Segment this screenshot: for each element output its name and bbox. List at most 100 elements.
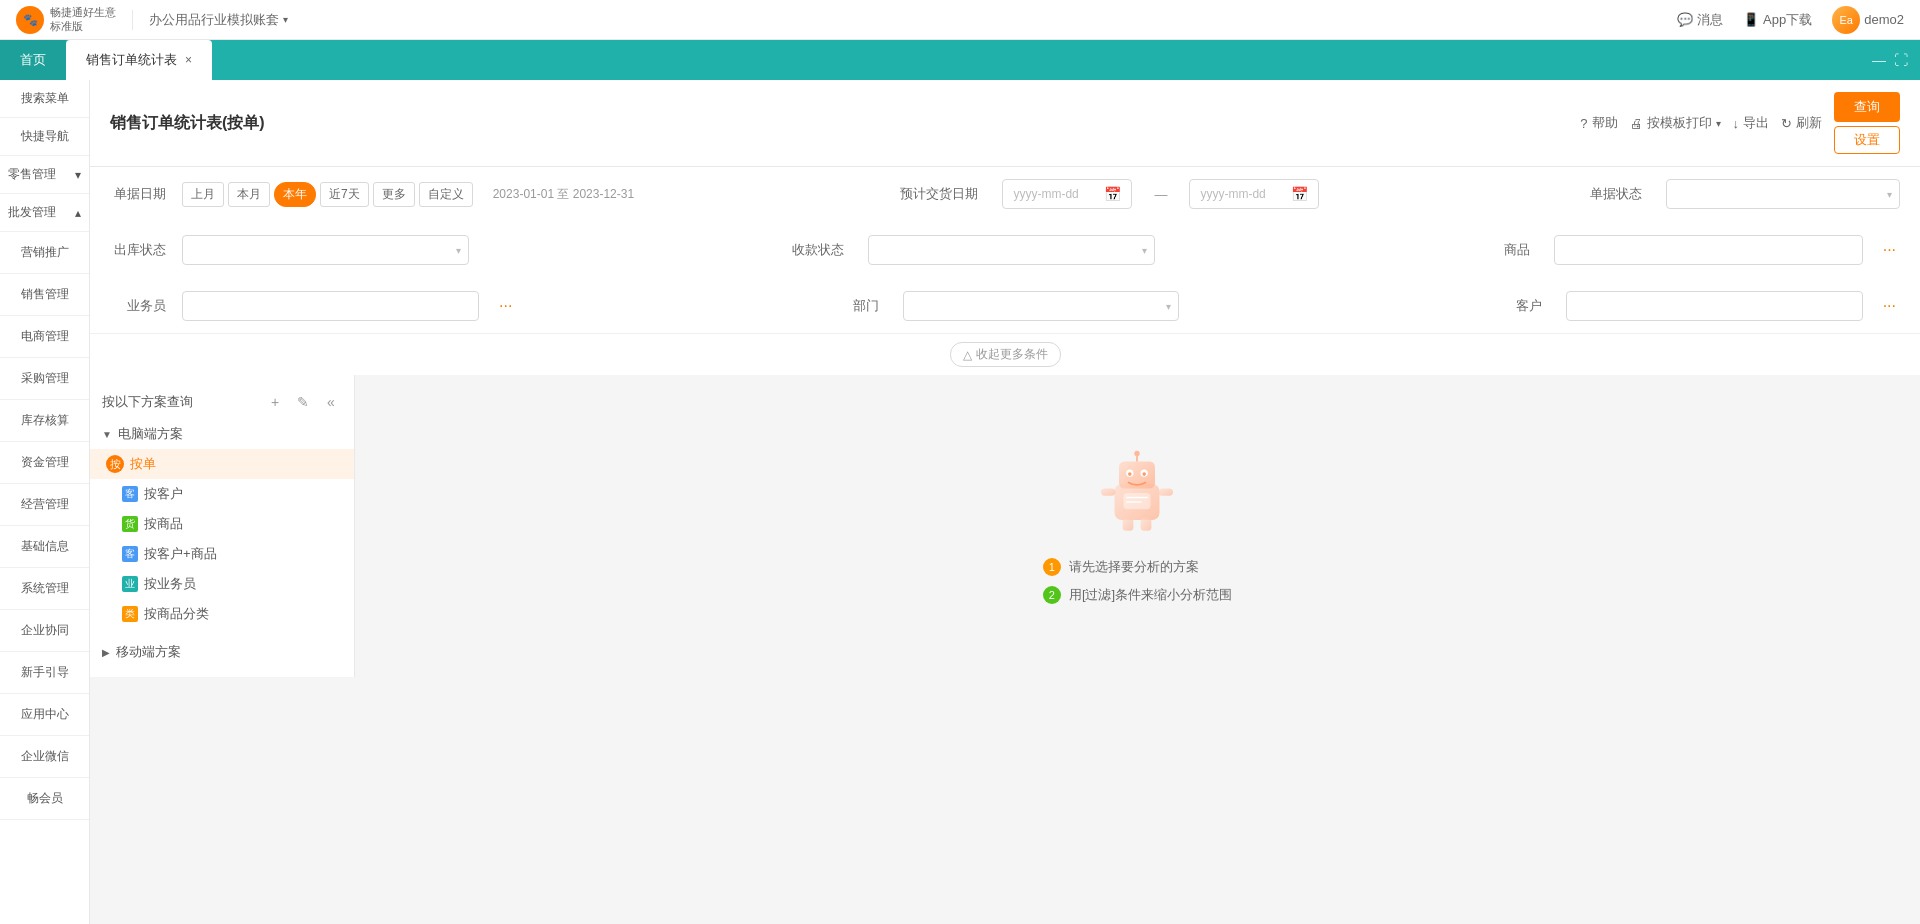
- logo-text: 畅捷通好生意 标准版: [50, 6, 116, 32]
- tree-expand-icon: ▼: [102, 429, 112, 440]
- right-content: 1 请先选择要分析的方案 2 用[过滤]条件来缩小分析范围: [355, 375, 1920, 677]
- user-menu[interactable]: Ea demo2: [1832, 6, 1904, 34]
- tree-item-by-cust-goods[interactable]: 客 按客户+商品: [90, 539, 354, 569]
- top-bar: 🐾 畅捷通好生意 标准版 办公用品行业模拟账套 ▾ 💬 消息 📱 App下载 E…: [0, 0, 1920, 40]
- help-icon: ?: [1580, 116, 1587, 131]
- sidebar-item-newguide[interactable]: 新手引导: [0, 652, 89, 694]
- collapse-left-button[interactable]: «: [320, 391, 342, 413]
- content-body: 按以下方案查询 + ✎ « ▼ 电脑端方案 按 按单: [90, 375, 1920, 677]
- print-chevron-icon: ▾: [1716, 118, 1721, 129]
- sidebar-item-marketing[interactable]: 营销推广: [0, 232, 89, 274]
- message-button[interactable]: 💬 消息: [1677, 11, 1723, 29]
- svg-rect-8: [1101, 489, 1115, 496]
- mobile-expand-icon: ▶: [102, 647, 110, 658]
- sidebar-item-wholesale[interactable]: 批发管理 ▴: [0, 194, 89, 232]
- date-start-input[interactable]: yyyy-mm-dd 📅: [1002, 179, 1132, 209]
- empty-hint-2: 2 用[过滤]条件来缩小分析范围: [1043, 586, 1232, 604]
- hint-num-1: 1: [1043, 558, 1061, 576]
- refresh-icon: ↻: [1781, 116, 1792, 131]
- tree-item-by-category[interactable]: 类 按商品分类: [90, 599, 354, 629]
- edit-scheme-button[interactable]: ✎: [292, 391, 314, 413]
- message-icon: 💬: [1677, 12, 1693, 27]
- minimize-icon[interactable]: —: [1872, 52, 1886, 68]
- tree-item-by-order[interactable]: 按 按单: [90, 449, 354, 479]
- date-label: 单据日期: [110, 185, 166, 203]
- svg-rect-11: [1141, 518, 1152, 531]
- goods-more-icon[interactable]: ···: [1879, 241, 1900, 259]
- goods-input[interactable]: [1554, 235, 1863, 265]
- department-select[interactable]: [903, 291, 1178, 321]
- delivery-select[interactable]: [182, 235, 469, 265]
- customer-more-icon[interactable]: ···: [1879, 297, 1900, 315]
- payment-label: 收款状态: [788, 241, 844, 259]
- tree-item-by-goods[interactable]: 货 按商品: [90, 509, 354, 539]
- download-button[interactable]: 📱 App下载: [1743, 11, 1812, 29]
- payment-select[interactable]: [868, 235, 1155, 265]
- tab-home[interactable]: 首页: [0, 40, 66, 80]
- sidebar-item-search[interactable]: 搜索菜单: [0, 80, 89, 118]
- logo-area: 🐾 畅捷通好生意 标准版: [16, 6, 116, 34]
- sidebar-item-appcenter[interactable]: 应用中心: [0, 694, 89, 736]
- page-title: 销售订单统计表(按单): [110, 113, 265, 134]
- sidebar-item-quicknav[interactable]: 快捷导航: [0, 118, 89, 156]
- empty-hint-1: 1 请先选择要分析的方案: [1043, 558, 1232, 576]
- date-buttons: 上月 本月 本年 近7天 更多 自定义: [182, 182, 473, 207]
- btn-more[interactable]: 更多: [373, 182, 415, 207]
- sidebar-item-ecommerce[interactable]: 电商管理: [0, 316, 89, 358]
- tab-close-icon[interactable]: ×: [185, 53, 192, 67]
- app-selector[interactable]: 办公用品行业模拟账套 ▾: [149, 11, 288, 29]
- collapse-button[interactable]: △ 收起更多条件: [950, 342, 1061, 367]
- export-button[interactable]: ↓ 导出: [1733, 114, 1770, 132]
- sidebar-item-finance[interactable]: 资金管理: [0, 442, 89, 484]
- empty-hints: 1 请先选择要分析的方案 2 用[过滤]条件来缩小分析范围: [1043, 558, 1232, 604]
- status-select-wrapper: ▾: [1666, 179, 1900, 209]
- sidebar-item-basic[interactable]: 基础信息: [0, 526, 89, 568]
- date-end-input[interactable]: yyyy-mm-dd 📅: [1189, 179, 1319, 209]
- salesman-input[interactable]: [182, 291, 479, 321]
- maximize-icon[interactable]: ⛶: [1894, 52, 1908, 68]
- query-button[interactable]: 查询: [1834, 92, 1900, 122]
- chevron-down-icon: ▾: [283, 14, 288, 25]
- sidebar-item-wechat[interactable]: 企业微信: [0, 736, 89, 778]
- btn-last-month[interactable]: 上月: [182, 182, 224, 207]
- svg-point-4: [1128, 472, 1132, 476]
- empty-illustration: [1092, 448, 1182, 538]
- refresh-button[interactable]: ↻ 刷新: [1781, 114, 1822, 132]
- btn-this-month[interactable]: 本月: [228, 182, 270, 207]
- sidebar-item-purchase[interactable]: 采购管理: [0, 358, 89, 400]
- delivery-select-wrapper: ▾: [182, 235, 469, 265]
- btn-this-year[interactable]: 本年: [274, 182, 316, 207]
- order-icon: 按: [106, 455, 124, 473]
- expected-date-label: 预计交货日期: [900, 185, 978, 203]
- help-button[interactable]: ? 帮助: [1580, 114, 1617, 132]
- top-bar-right: 💬 消息 📱 App下载 Ea demo2: [1677, 6, 1904, 34]
- sidebar-item-inventory[interactable]: 库存核算: [0, 400, 89, 442]
- sidebar-item-system[interactable]: 系统管理: [0, 568, 89, 610]
- sidebar-item-retail[interactable]: 零售管理 ▾: [0, 156, 89, 194]
- tab-active[interactable]: 销售订单统计表 ×: [66, 40, 212, 80]
- department-select-wrapper: ▾: [903, 291, 1178, 321]
- sidebar-item-operations[interactable]: 经营管理: [0, 484, 89, 526]
- sidebar-item-enterprise[interactable]: 企业协同: [0, 610, 89, 652]
- svg-point-5: [1143, 472, 1147, 476]
- filter-row-1: 单据日期 上月 本月 本年 近7天 更多 自定义 2023-01-01 至 20…: [110, 179, 1900, 209]
- avatar: Ea: [1832, 6, 1860, 34]
- sidebar-item-sales[interactable]: 销售管理: [0, 274, 89, 316]
- salesman-label: 业务员: [110, 297, 166, 315]
- svg-rect-9: [1159, 489, 1173, 496]
- sidebar-item-member[interactable]: 畅会员: [0, 778, 89, 820]
- print-button[interactable]: 🖨 按模板打印 ▾: [1630, 114, 1721, 132]
- customer-input[interactable]: [1566, 291, 1863, 321]
- collapse-bar[interactable]: △ 收起更多条件: [90, 333, 1920, 375]
- status-select[interactable]: [1666, 179, 1900, 209]
- filter-row-3: 业务员 ··· 部门 ▾ 客户 ···: [110, 291, 1900, 321]
- custgoods-icon: 客: [122, 546, 138, 562]
- add-scheme-button[interactable]: +: [264, 391, 286, 413]
- btn-custom[interactable]: 自定义: [419, 182, 473, 207]
- tree-item-by-customer[interactable]: 客 按客户: [90, 479, 354, 509]
- tree-item-by-salesman[interactable]: 业 按业务员: [90, 569, 354, 599]
- salesman-more-icon[interactable]: ···: [495, 297, 516, 315]
- settings-button[interactable]: 设置: [1834, 126, 1900, 154]
- chevron-up-icon: ▴: [75, 206, 81, 220]
- btn-7days[interactable]: 近7天: [320, 182, 369, 207]
